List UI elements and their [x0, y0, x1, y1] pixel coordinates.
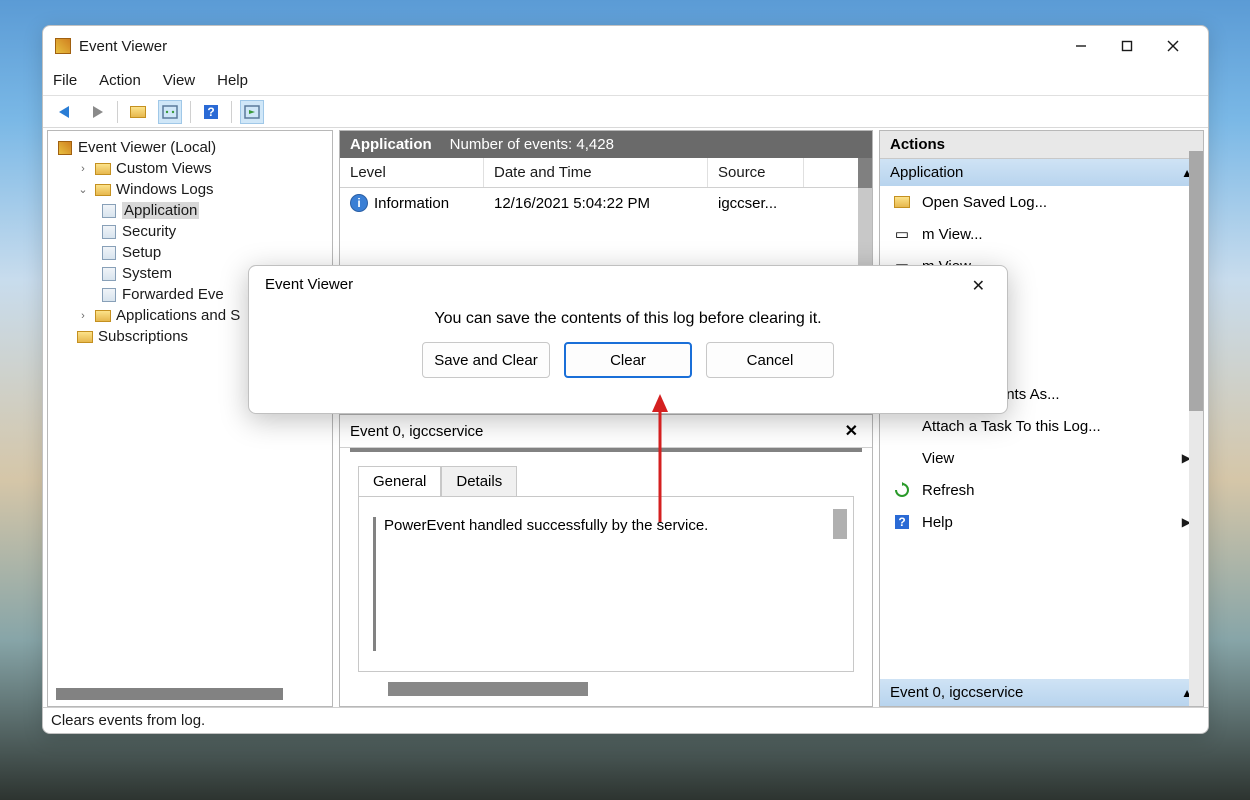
clear-button[interactable]: Clear — [564, 342, 692, 378]
menu-view[interactable]: View — [163, 72, 195, 89]
svg-text:?: ? — [898, 515, 905, 529]
close-button[interactable] — [1150, 31, 1196, 61]
tab-general[interactable]: General — [358, 466, 441, 496]
back-button[interactable] — [53, 100, 77, 124]
menu-file[interactable]: File — [53, 72, 77, 89]
tree-custom-views[interactable]: › Custom Views — [52, 158, 328, 179]
detail-close-icon[interactable]: ✕ — [841, 421, 862, 441]
chevron-right-icon: › — [76, 163, 90, 175]
event-message: PowerEvent handled successfully by the s… — [384, 517, 839, 651]
menu-help[interactable]: Help — [217, 72, 248, 89]
actions-header: Actions — [880, 131, 1203, 159]
log-icon — [100, 224, 118, 240]
folder-icon — [94, 308, 112, 324]
task-icon — [892, 417, 912, 435]
window-title: Event Viewer — [79, 38, 1050, 55]
event-grid-header: Level Date and Time Source — [340, 158, 858, 188]
tree-root[interactable]: Event Viewer (Local) — [52, 137, 328, 158]
action-create-custom-view[interactable]: ▭m View... — [880, 218, 1203, 250]
col-datetime[interactable]: Date and Time — [484, 158, 708, 187]
help-icon: ? — [892, 513, 912, 531]
actions-section-application[interactable]: Application ▲ — [880, 159, 1203, 186]
minimize-button[interactable] — [1058, 31, 1104, 61]
svg-text:?: ? — [207, 105, 214, 119]
menubar: File Action View Help — [43, 66, 1208, 96]
folder-icon — [94, 161, 112, 177]
info-icon: i — [350, 194, 368, 212]
status-text: Clears events from log. — [51, 712, 205, 729]
help-toolbar-icon[interactable]: ? — [199, 100, 223, 124]
chevron-right-icon: › — [76, 310, 90, 322]
tree-panel: Event Viewer (Local) › Custom Views ⌄ Wi… — [47, 130, 333, 707]
tree-security[interactable]: Security — [52, 221, 328, 242]
actions-v-scrollbar[interactable] — [1189, 131, 1203, 706]
log-icon — [100, 266, 118, 282]
refresh-icon — [892, 481, 912, 499]
action-help[interactable]: ?Help▶ — [880, 506, 1203, 538]
event-count-label: Number of events: 4,428 — [450, 136, 614, 153]
action-view-submenu[interactable]: View▶ — [880, 442, 1203, 474]
tree-windows-logs[interactable]: ⌄ Windows Logs — [52, 179, 328, 200]
tree-h-scrollbar[interactable] — [56, 688, 283, 700]
menu-action[interactable]: Action — [99, 72, 141, 89]
log-name-header: Application — [350, 136, 432, 153]
dialog-title: Event Viewer — [265, 276, 353, 296]
save-and-clear-button[interactable]: Save and Clear — [422, 342, 550, 378]
event-row[interactable]: iInformation 12/16/2021 5:04:22 PM igccs… — [340, 188, 858, 218]
log-icon — [100, 287, 118, 303]
refresh-icon[interactable] — [158, 100, 182, 124]
status-bar: Clears events from log. — [43, 707, 1208, 733]
view-mode-icon[interactable] — [240, 100, 264, 124]
action-open-saved-log[interactable]: Open Saved Log... — [880, 186, 1203, 218]
folder-open-icon — [892, 193, 912, 211]
tree-setup[interactable]: Setup — [52, 242, 328, 263]
subscription-icon — [76, 329, 94, 345]
detail-heading: Event 0, igccservice — [350, 423, 483, 440]
folder-icon — [94, 182, 112, 198]
toolbar: ? — [43, 96, 1208, 128]
detail-v-scrollbar[interactable] — [833, 509, 847, 539]
dialog-close-icon[interactable]: ✕ — [966, 276, 991, 296]
action-attach-task[interactable]: Attach a Task To this Log... — [880, 410, 1203, 442]
maximize-button[interactable] — [1104, 31, 1150, 61]
dialog-message: You can save the contents of this log be… — [249, 302, 1007, 342]
annotation-arrow-icon — [648, 394, 672, 529]
view-icon: ▭ — [892, 225, 912, 243]
tree-application[interactable]: Application — [52, 200, 328, 221]
app-icon — [55, 38, 71, 54]
actions-section-event[interactable]: Event 0, igccservice ▲ — [880, 679, 1203, 706]
action-refresh[interactable]: Refresh — [880, 474, 1203, 506]
clear-log-dialog: Event Viewer ✕ You can save the contents… — [248, 265, 1008, 414]
log-icon — [100, 203, 118, 219]
root-icon — [56, 140, 74, 156]
tab-details[interactable]: Details — [441, 466, 517, 496]
forward-button[interactable] — [85, 100, 109, 124]
col-level[interactable]: Level — [340, 158, 484, 187]
titlebar: Event Viewer — [43, 26, 1208, 66]
chevron-down-icon: ⌄ — [76, 183, 90, 196]
detail-h-scrollbar[interactable] — [358, 682, 854, 696]
col-source[interactable]: Source — [708, 158, 804, 187]
open-folder-icon[interactable] — [126, 100, 150, 124]
actions-panel: Actions Application ▲ Open Saved Log... … — [879, 130, 1204, 707]
event-detail-panel: Event 0, igccservice ✕ General Details P… — [339, 414, 873, 707]
cancel-button[interactable]: Cancel — [706, 342, 834, 378]
log-icon — [100, 245, 118, 261]
